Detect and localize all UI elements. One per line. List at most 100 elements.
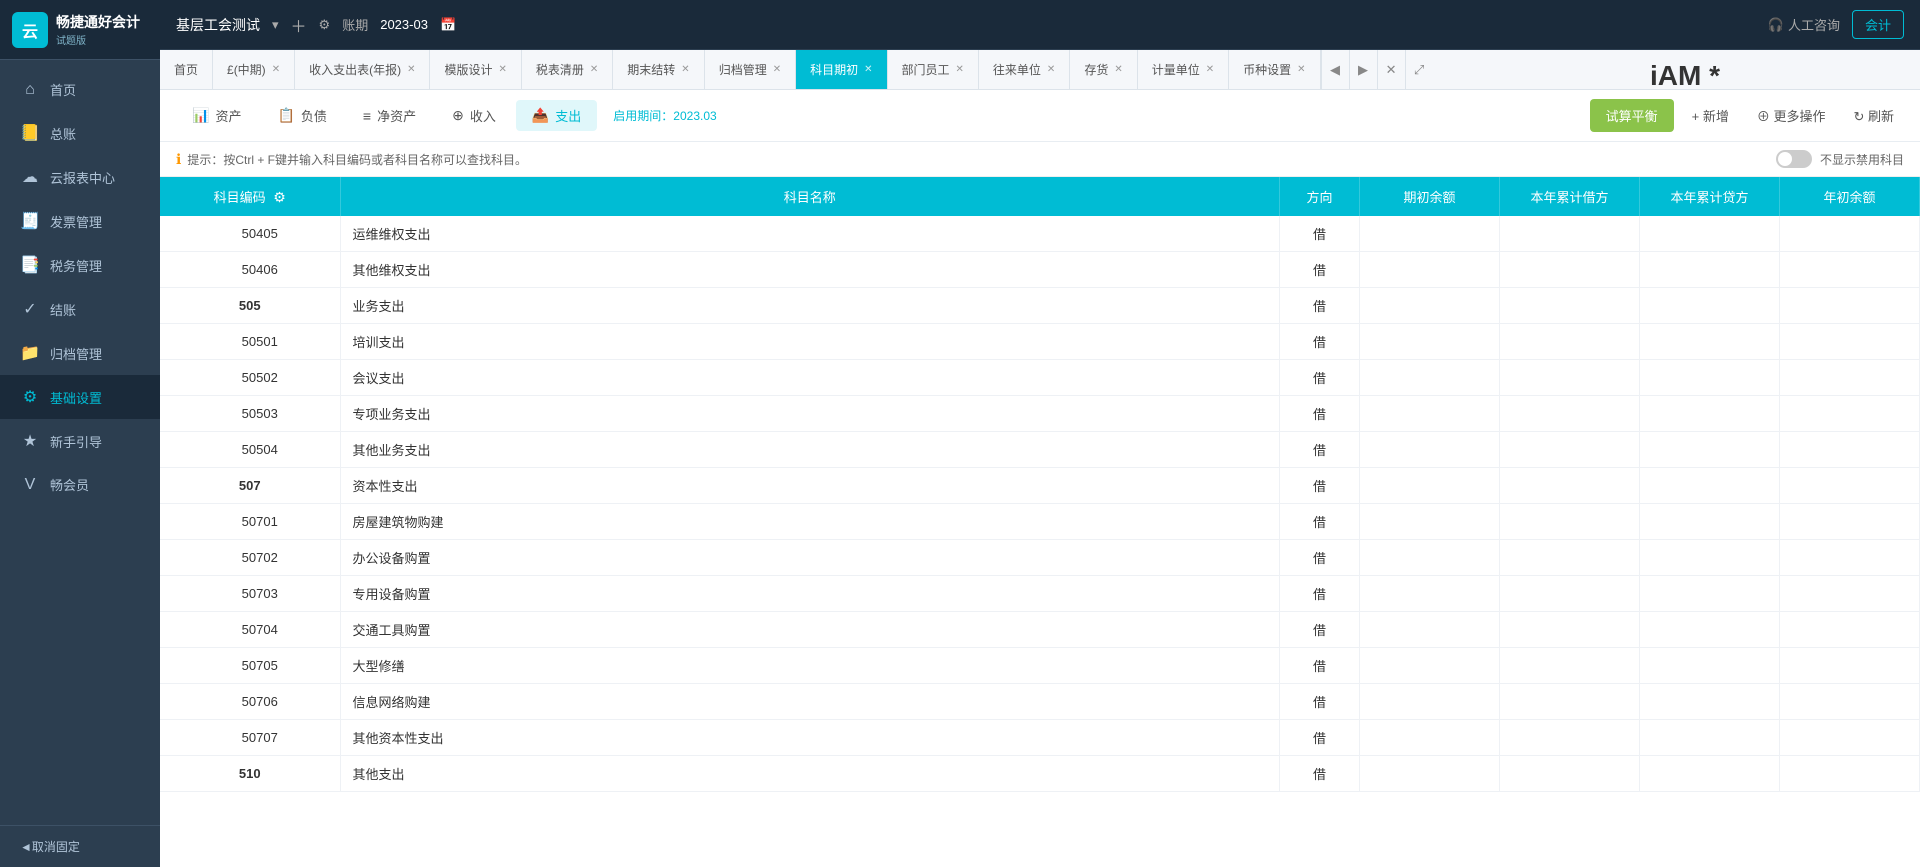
cell-bal bbox=[1360, 288, 1500, 324]
cell-code: 507 bbox=[160, 468, 340, 504]
cell-bal bbox=[1360, 252, 1500, 288]
topbar-dropdown-icon[interactable]: ▾ bbox=[272, 17, 279, 33]
topbar-period-label: 账期 bbox=[342, 15, 368, 34]
table-row[interactable]: 50406其他维权支出借 bbox=[160, 252, 1920, 288]
topbar-help-btn[interactable]: 🎧 人工咨询 bbox=[1768, 15, 1840, 34]
tab-label-3: 模版设计 bbox=[444, 61, 492, 78]
tab-label-0: 首页 bbox=[174, 61, 198, 78]
table-row[interactable]: 50504其他业务支出借 bbox=[160, 432, 1920, 468]
add-button[interactable]: + 新增 bbox=[1682, 100, 1739, 131]
sidebar-label-7: 基础设置 bbox=[50, 388, 102, 407]
refresh-button[interactable]: ↻ 刷新 bbox=[1843, 100, 1904, 131]
table-row[interactable]: 50705大型修缮借 bbox=[160, 648, 1920, 684]
table-row[interactable]: 50405运维维权支出借 bbox=[160, 216, 1920, 252]
main-content: 基层工会测试 ▾ ＋ ⚙ 账期 2023-03 📅 🎧 人工咨询 会计 首页£(… bbox=[160, 0, 1920, 867]
filter-tab-支出[interactable]: 📤支出 bbox=[516, 100, 597, 131]
filter-tab-资产[interactable]: 📊资产 bbox=[176, 100, 257, 131]
topbar-add-btn[interactable]: ＋ bbox=[291, 13, 307, 37]
table-scroll[interactable]: 科目编码 ⚙科目名称方向期初余额本年累计借方本年累计贷方年初余额 50405运维… bbox=[160, 177, 1920, 867]
filter-tab-收入[interactable]: ⊕收入 bbox=[436, 100, 512, 131]
tab-close-11[interactable]: ✕ bbox=[1206, 64, 1214, 75]
cell-code: 50405 bbox=[160, 216, 340, 252]
sidebar-item-首页[interactable]: ⌂首页 bbox=[0, 68, 160, 111]
tab-close-5[interactable]: ✕ bbox=[681, 64, 689, 75]
topbar-settings-icon[interactable]: ⚙ bbox=[319, 17, 331, 33]
tab-----[interactable]: 税表清册✕ bbox=[522, 50, 613, 90]
table-row[interactable]: 50501培训支出借 bbox=[160, 324, 1920, 360]
topbar-user-button[interactable]: 会计 bbox=[1852, 10, 1904, 39]
tab-----[interactable]: 往来单位✕ bbox=[979, 50, 1070, 90]
filter-tab-净资产[interactable]: ≡净资产 bbox=[347, 100, 432, 131]
tab-----[interactable]: 归档管理✕ bbox=[705, 50, 796, 90]
tab---[interactable]: 存货✕ bbox=[1070, 50, 1137, 90]
cell-name: 专项业务支出 bbox=[340, 396, 1280, 432]
cell-dir: 借 bbox=[1280, 576, 1360, 612]
tab-close-2[interactable]: ✕ bbox=[407, 64, 415, 75]
table-row[interactable]: 50703专用设备购置借 bbox=[160, 576, 1920, 612]
cell-code: 50705 bbox=[160, 648, 340, 684]
tab-----[interactable]: 期末结转✕ bbox=[613, 50, 704, 90]
tab-----[interactable]: 模版设计 ✕ bbox=[430, 50, 521, 90]
topbar-calendar-icon[interactable]: 📅 bbox=[440, 17, 456, 33]
sidebar-item-新手引导[interactable]: ★新手引导 bbox=[0, 419, 160, 463]
tab-----[interactable]: 部门员工✕ bbox=[888, 50, 979, 90]
table-row[interactable]: 50502会议支出借 bbox=[160, 360, 1920, 396]
sidebar-item-结账[interactable]: ✓结账 bbox=[0, 287, 160, 331]
table-row[interactable]: 510其他支出借 bbox=[160, 756, 1920, 792]
table-row[interactable]: 50704交通工具购置借 bbox=[160, 612, 1920, 648]
tab-scroll-left[interactable]: ◀ bbox=[1321, 50, 1349, 90]
tab----------[interactable]: 收入支出表(年报)✕ bbox=[295, 50, 430, 90]
table-row[interactable]: 50707其他资本性支出借 bbox=[160, 720, 1920, 756]
tab-expand[interactable]: ⤢ bbox=[1405, 50, 1433, 90]
tab-label-1: £(中期) bbox=[227, 61, 266, 78]
topbar-right: 🎧 人工咨询 会计 bbox=[1768, 10, 1904, 39]
table-row[interactable]: 50503专项业务支出借 bbox=[160, 396, 1920, 432]
tab-close-7[interactable]: ✕ bbox=[864, 64, 872, 75]
cell-bal bbox=[1360, 540, 1500, 576]
sidebar-item-基础设置[interactable]: ⚙基础设置 bbox=[0, 375, 160, 419]
sidebar-item-畅会员[interactable]: V畅会员 bbox=[0, 463, 160, 506]
more-button[interactable]: ⊕ 更多操作 bbox=[1747, 100, 1836, 131]
tab-close-3[interactable]: ✕ bbox=[498, 64, 506, 75]
filter-tab-label-3: 收入 bbox=[470, 106, 496, 125]
tab-close-9[interactable]: ✕ bbox=[1047, 64, 1055, 75]
table-row[interactable]: 50706信息网络购建借 bbox=[160, 684, 1920, 720]
sidebar-item-归档管理[interactable]: 📁归档管理 bbox=[0, 331, 160, 375]
tab-close-4[interactable]: ✕ bbox=[590, 64, 598, 75]
table-row[interactable]: 50702办公设备购置借 bbox=[160, 540, 1920, 576]
tab-close-all[interactable]: ✕ bbox=[1377, 50, 1405, 90]
filter-tab-icon-2: ≡ bbox=[363, 108, 371, 124]
cell-credit bbox=[1640, 396, 1780, 432]
sidebar-pin-toggle[interactable]: ◄取消固定 bbox=[0, 825, 160, 867]
cell-name: 会议支出 bbox=[340, 360, 1280, 396]
tab-close-8[interactable]: ✕ bbox=[956, 64, 964, 75]
tab-----[interactable]: 科目期初✕ bbox=[796, 50, 887, 90]
table-row[interactable]: 505业务支出借 bbox=[160, 288, 1920, 324]
cell-debit bbox=[1500, 360, 1640, 396]
table-row[interactable]: 507资本性支出借 bbox=[160, 468, 1920, 504]
toggle-disabled-subjects[interactable] bbox=[1776, 150, 1812, 168]
tab------[interactable]: £(中期) ✕ bbox=[213, 50, 295, 90]
sidebar-label-1: 总账 bbox=[50, 124, 76, 143]
sidebar-item-税务管理[interactable]: 📑税务管理 bbox=[0, 243, 160, 287]
cell-yrbal bbox=[1780, 756, 1920, 792]
sidebar-item-云报表中心[interactable]: ☁云报表中心 bbox=[0, 155, 160, 199]
cell-debit bbox=[1500, 252, 1640, 288]
tab-close-10[interactable]: ✕ bbox=[1114, 64, 1122, 75]
table-row[interactable]: 50701房屋建筑物购建借 bbox=[160, 504, 1920, 540]
headset-icon: 🎧 bbox=[1768, 17, 1784, 33]
tab-close-6[interactable]: ✕ bbox=[773, 64, 781, 75]
tab-close-12[interactable]: ✕ bbox=[1297, 64, 1305, 75]
filter-tab-负债[interactable]: 📋负债 bbox=[261, 100, 342, 131]
tab-----[interactable]: 计量单位✕ bbox=[1138, 50, 1229, 90]
tab-----[interactable]: 币种设置✕ bbox=[1229, 50, 1320, 90]
cell-name: 资本性支出 bbox=[340, 468, 1280, 504]
cell-credit bbox=[1640, 288, 1780, 324]
balance-button[interactable]: 试算平衡 bbox=[1590, 99, 1674, 132]
sidebar-item-总账[interactable]: 📒总账 bbox=[0, 111, 160, 155]
tab---[interactable]: 首页 bbox=[160, 50, 213, 90]
col-settings-icon[interactable]: ⚙ bbox=[273, 189, 286, 206]
tab-close-1[interactable]: ✕ bbox=[272, 64, 280, 75]
sidebar-item-发票管理[interactable]: 🧾发票管理 bbox=[0, 199, 160, 243]
tab-scroll-right[interactable]: ▶ bbox=[1349, 50, 1377, 90]
